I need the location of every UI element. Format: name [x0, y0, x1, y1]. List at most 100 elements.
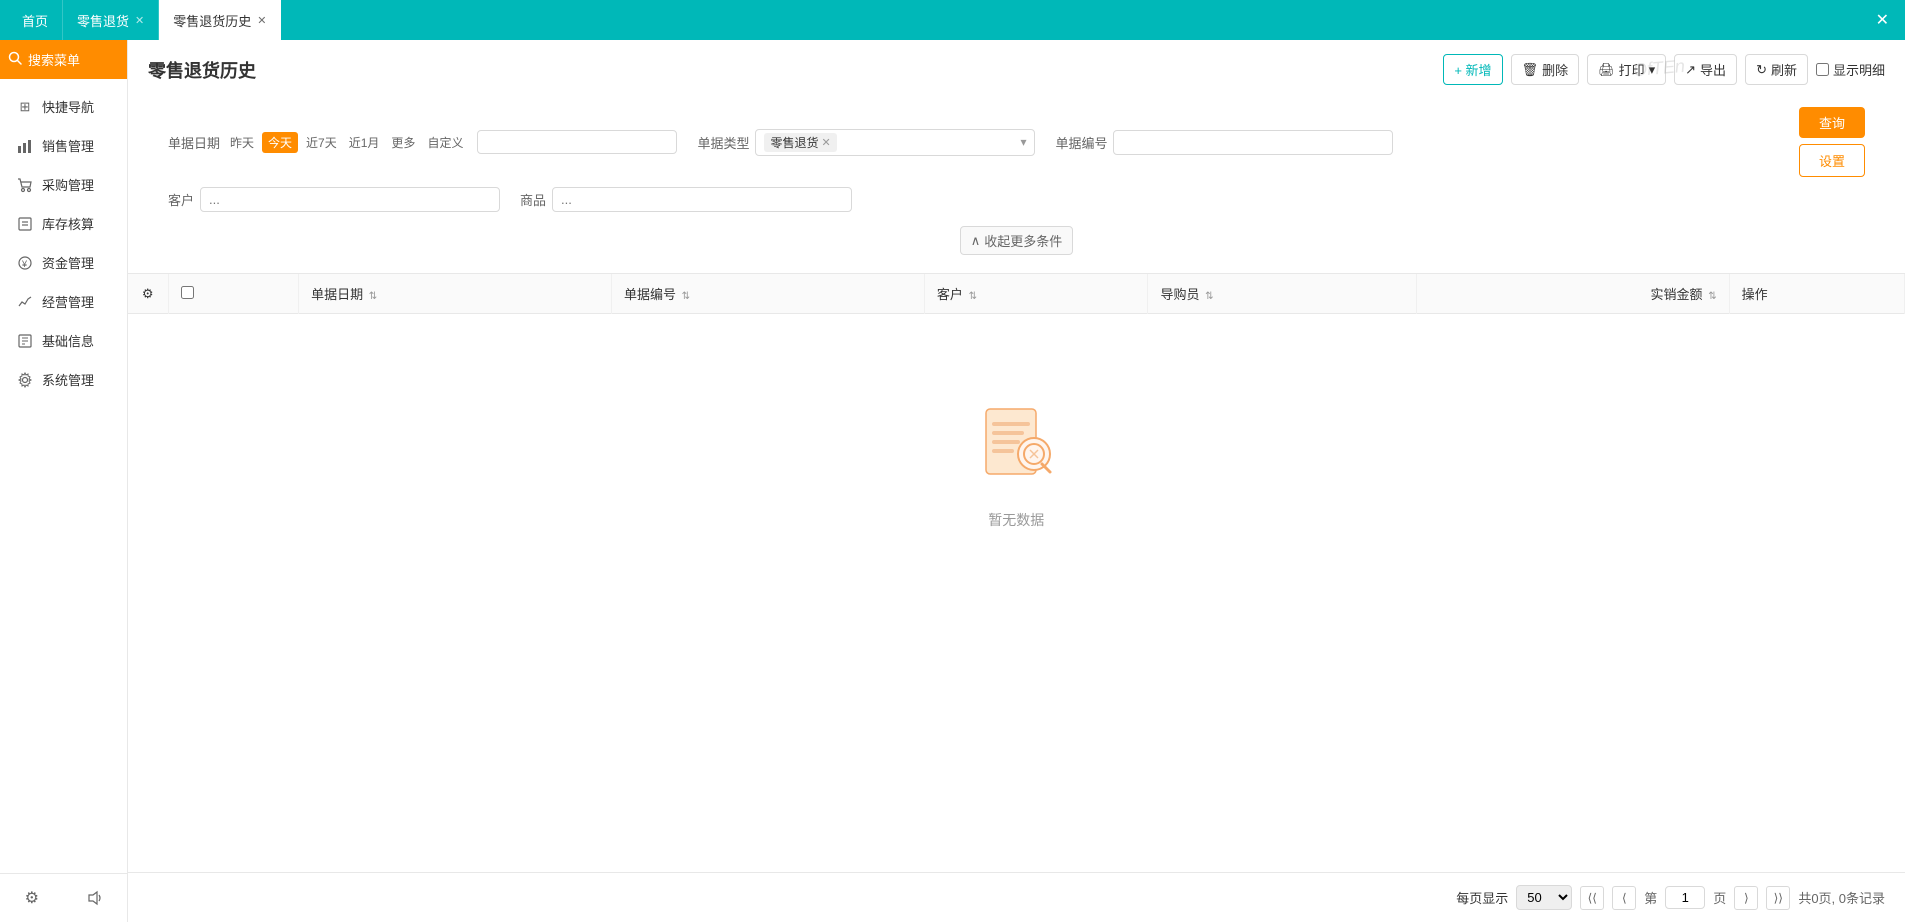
- sidebar-item-inventory-calc-label: 库存核算: [42, 214, 94, 233]
- sidebar-item-finance-mgmt-label: 资金管理: [42, 253, 94, 272]
- svg-text:¥: ¥: [21, 259, 28, 269]
- customer-input[interactable]: [200, 187, 500, 212]
- th-doc-no[interactable]: 单据编号 ⇅: [612, 274, 925, 314]
- doc-type-label: 单据类型: [697, 133, 749, 152]
- th-customer[interactable]: 客户 ⇅: [924, 274, 1148, 314]
- sort-customer-icon: ⇅: [969, 291, 977, 302]
- collapse-label: 收起更多条件: [984, 231, 1062, 250]
- sidebar: 搜索菜单 ⊞ 快捷导航 销售管理: [0, 40, 128, 922]
- sidebar-item-sys-mgmt[interactable]: 系统管理: [0, 360, 127, 399]
- pagination-bar: 每页显示 10 20 50 100 ⟨⟨ ⟨ 第 1 页 ⟩ ⟩⟩ 共0页, 0…: [128, 872, 1905, 922]
- first-page-btn[interactable]: ⟨⟨: [1580, 886, 1604, 910]
- doc-no-input[interactable]: [1113, 130, 1393, 155]
- tab-home[interactable]: 首页: [8, 0, 63, 40]
- sidebar-bottom: ⚙: [0, 873, 127, 922]
- page-size-select[interactable]: 10 20 50 100: [1516, 885, 1572, 910]
- date-shortcut-custom[interactable]: 自定义: [423, 132, 467, 153]
- ops-mgmt-icon: [16, 293, 34, 311]
- sales-mgmt-icon: [16, 137, 34, 155]
- tab-retail-return-label: 零售退货: [77, 11, 129, 30]
- doc-type-select[interactable]: 零售退货 ✕ ▾: [755, 129, 1035, 156]
- select-all-checkbox[interactable]: [181, 286, 194, 299]
- data-table: ⚙ 单据日期 ⇅ 单据编号 ⇅ 客户 ⇅: [128, 274, 1905, 610]
- empty-icon: [966, 394, 1066, 494]
- sidebar-item-basic-info-label: 基础信息: [42, 331, 94, 350]
- filter-row-2: 客户 商品: [168, 187, 1865, 212]
- th-doc-date[interactable]: 单据日期 ⇅: [299, 274, 612, 314]
- th-settings[interactable]: ⚙: [128, 274, 168, 314]
- finance-mgmt-icon: ¥: [16, 254, 34, 272]
- th-guide[interactable]: 导购员 ⇅: [1148, 274, 1416, 314]
- content-area: 零售退货历史 + 新增 🗑 删除 🖨 打印 ▾ ↗ 导出: [128, 40, 1905, 922]
- doc-no-filter-item: 单据编号: [1055, 130, 1393, 155]
- sidebar-item-sys-mgmt-label: 系统管理: [42, 370, 94, 389]
- new-button[interactable]: + 新增: [1443, 54, 1502, 85]
- table-container: ⚙ 单据日期 ⇅ 单据编号 ⇅ 客户 ⇅: [128, 274, 1905, 872]
- print-icon: 🖨: [1598, 62, 1615, 78]
- page-title-row: 零售退货历史 + 新增 🗑 删除 🖨 打印 ▾ ↗ 导出: [148, 54, 1885, 85]
- settings-bottom-icon[interactable]: ⚙: [16, 882, 48, 914]
- export-button[interactable]: ↗ 导出: [1674, 54, 1737, 85]
- page-header: 零售退货历史 + 新增 🗑 删除 🖨 打印 ▾ ↗ 导出: [128, 40, 1905, 274]
- sidebar-item-ops-mgmt[interactable]: 经营管理: [0, 282, 127, 321]
- page-number-input[interactable]: 1: [1665, 886, 1705, 909]
- goods-input[interactable]: [552, 187, 852, 212]
- th-action: 操作: [1729, 274, 1904, 314]
- volume-bottom-icon[interactable]: [79, 882, 111, 914]
- tab-retail-return[interactable]: 零售退货 ✕: [63, 0, 159, 40]
- filter-row-1: 单据日期 昨天 今天 近7天 近1月 更多 自定义 2023-06-02 至 2…: [168, 107, 1865, 177]
- tab-retail-return-close[interactable]: ✕: [135, 14, 144, 27]
- settings-button[interactable]: 设置: [1799, 144, 1865, 177]
- th-amount[interactable]: 实销金额 ⇅: [1416, 274, 1729, 314]
- date-shortcut-7days[interactable]: 近7天: [302, 132, 341, 153]
- date-shortcuts: 昨天 今天 近7天 近1月 更多 自定义: [226, 132, 467, 153]
- total-info: 共0页, 0条记录: [1798, 888, 1885, 907]
- doc-type-tag: 零售退货 ✕: [764, 133, 836, 152]
- sidebar-item-purchase-mgmt-label: 采购管理: [42, 175, 94, 194]
- next-page-btn[interactable]: ⟩: [1734, 886, 1758, 910]
- th-checkbox[interactable]: [168, 274, 299, 314]
- goods-filter-item: 商品: [520, 187, 852, 212]
- sidebar-item-basic-info[interactable]: 基础信息: [0, 321, 127, 360]
- tab-retail-return-history[interactable]: 零售退货历史 ✕: [159, 0, 281, 40]
- filter-action-buttons: 查询 设置: [1799, 107, 1865, 177]
- last-page-btn[interactable]: ⟩⟩: [1766, 886, 1790, 910]
- sidebar-item-ops-mgmt-label: 经营管理: [42, 292, 94, 311]
- refresh-button[interactable]: ↻ 刷新: [1745, 54, 1808, 85]
- date-shortcut-today[interactable]: 今天: [262, 132, 298, 153]
- prev-page-btn[interactable]: ⟨: [1612, 886, 1636, 910]
- sidebar-search-label: 搜索菜单: [28, 50, 80, 69]
- query-button[interactable]: 查询: [1799, 107, 1865, 138]
- app-close-button[interactable]: ✕: [1876, 10, 1889, 30]
- date-shortcut-more[interactable]: 更多: [387, 132, 419, 153]
- date-shortcut-1month[interactable]: 近1月: [345, 132, 384, 153]
- collapse-up-icon: ∧: [971, 233, 981, 249]
- toolbar: + 新增 🗑 删除 🖨 打印 ▾ ↗ 导出 ↻: [1443, 54, 1885, 85]
- delete-button[interactable]: 🗑 删除: [1511, 54, 1580, 85]
- sidebar-search-bar[interactable]: 搜索菜单: [0, 40, 127, 79]
- sidebar-item-finance-mgmt[interactable]: ¥ 资金管理: [0, 243, 127, 282]
- collapse-button[interactable]: ∧ 收起更多条件: [960, 226, 1074, 255]
- print-button[interactable]: 🖨 打印 ▾: [1587, 54, 1666, 85]
- date-range-input[interactable]: 2023-06-02 至 2023-06-02: [477, 130, 677, 154]
- page-unit: 页: [1713, 888, 1726, 907]
- doc-type-filter-item: 单据类型 零售退货 ✕ ▾: [697, 129, 1035, 156]
- show-detail-label: 显示明细: [1833, 60, 1885, 79]
- table-header-row: ⚙ 单据日期 ⇅ 单据编号 ⇅ 客户 ⇅: [128, 274, 1905, 314]
- tab-retail-return-history-close[interactable]: ✕: [257, 14, 266, 27]
- page-size-label: 每页显示: [1456, 888, 1508, 907]
- doc-type-tag-remove[interactable]: ✕: [821, 136, 830, 149]
- sidebar-item-purchase-mgmt[interactable]: 采购管理: [0, 165, 127, 204]
- sort-doc-no-icon: ⇅: [682, 291, 690, 302]
- doc-type-dropdown-arrow: ▾: [1020, 135, 1026, 149]
- tab-retail-return-history-label: 零售退货历史: [173, 11, 251, 30]
- show-detail-checkbox[interactable]: [1816, 63, 1829, 76]
- date-shortcut-yesterday[interactable]: 昨天: [226, 132, 258, 153]
- customer-filter-item: 客户: [168, 187, 500, 212]
- sidebar-item-inventory-calc[interactable]: 库存核算: [0, 204, 127, 243]
- inventory-calc-icon: [16, 215, 34, 233]
- sidebar-item-quick-nav[interactable]: ⊞ 快捷导航: [0, 87, 127, 126]
- top-bar: 首页 零售退货 ✕ 零售退货历史 ✕ ✕: [0, 0, 1905, 40]
- show-detail-checkbox-label[interactable]: 显示明细: [1816, 60, 1885, 79]
- sidebar-item-sales-mgmt[interactable]: 销售管理: [0, 126, 127, 165]
